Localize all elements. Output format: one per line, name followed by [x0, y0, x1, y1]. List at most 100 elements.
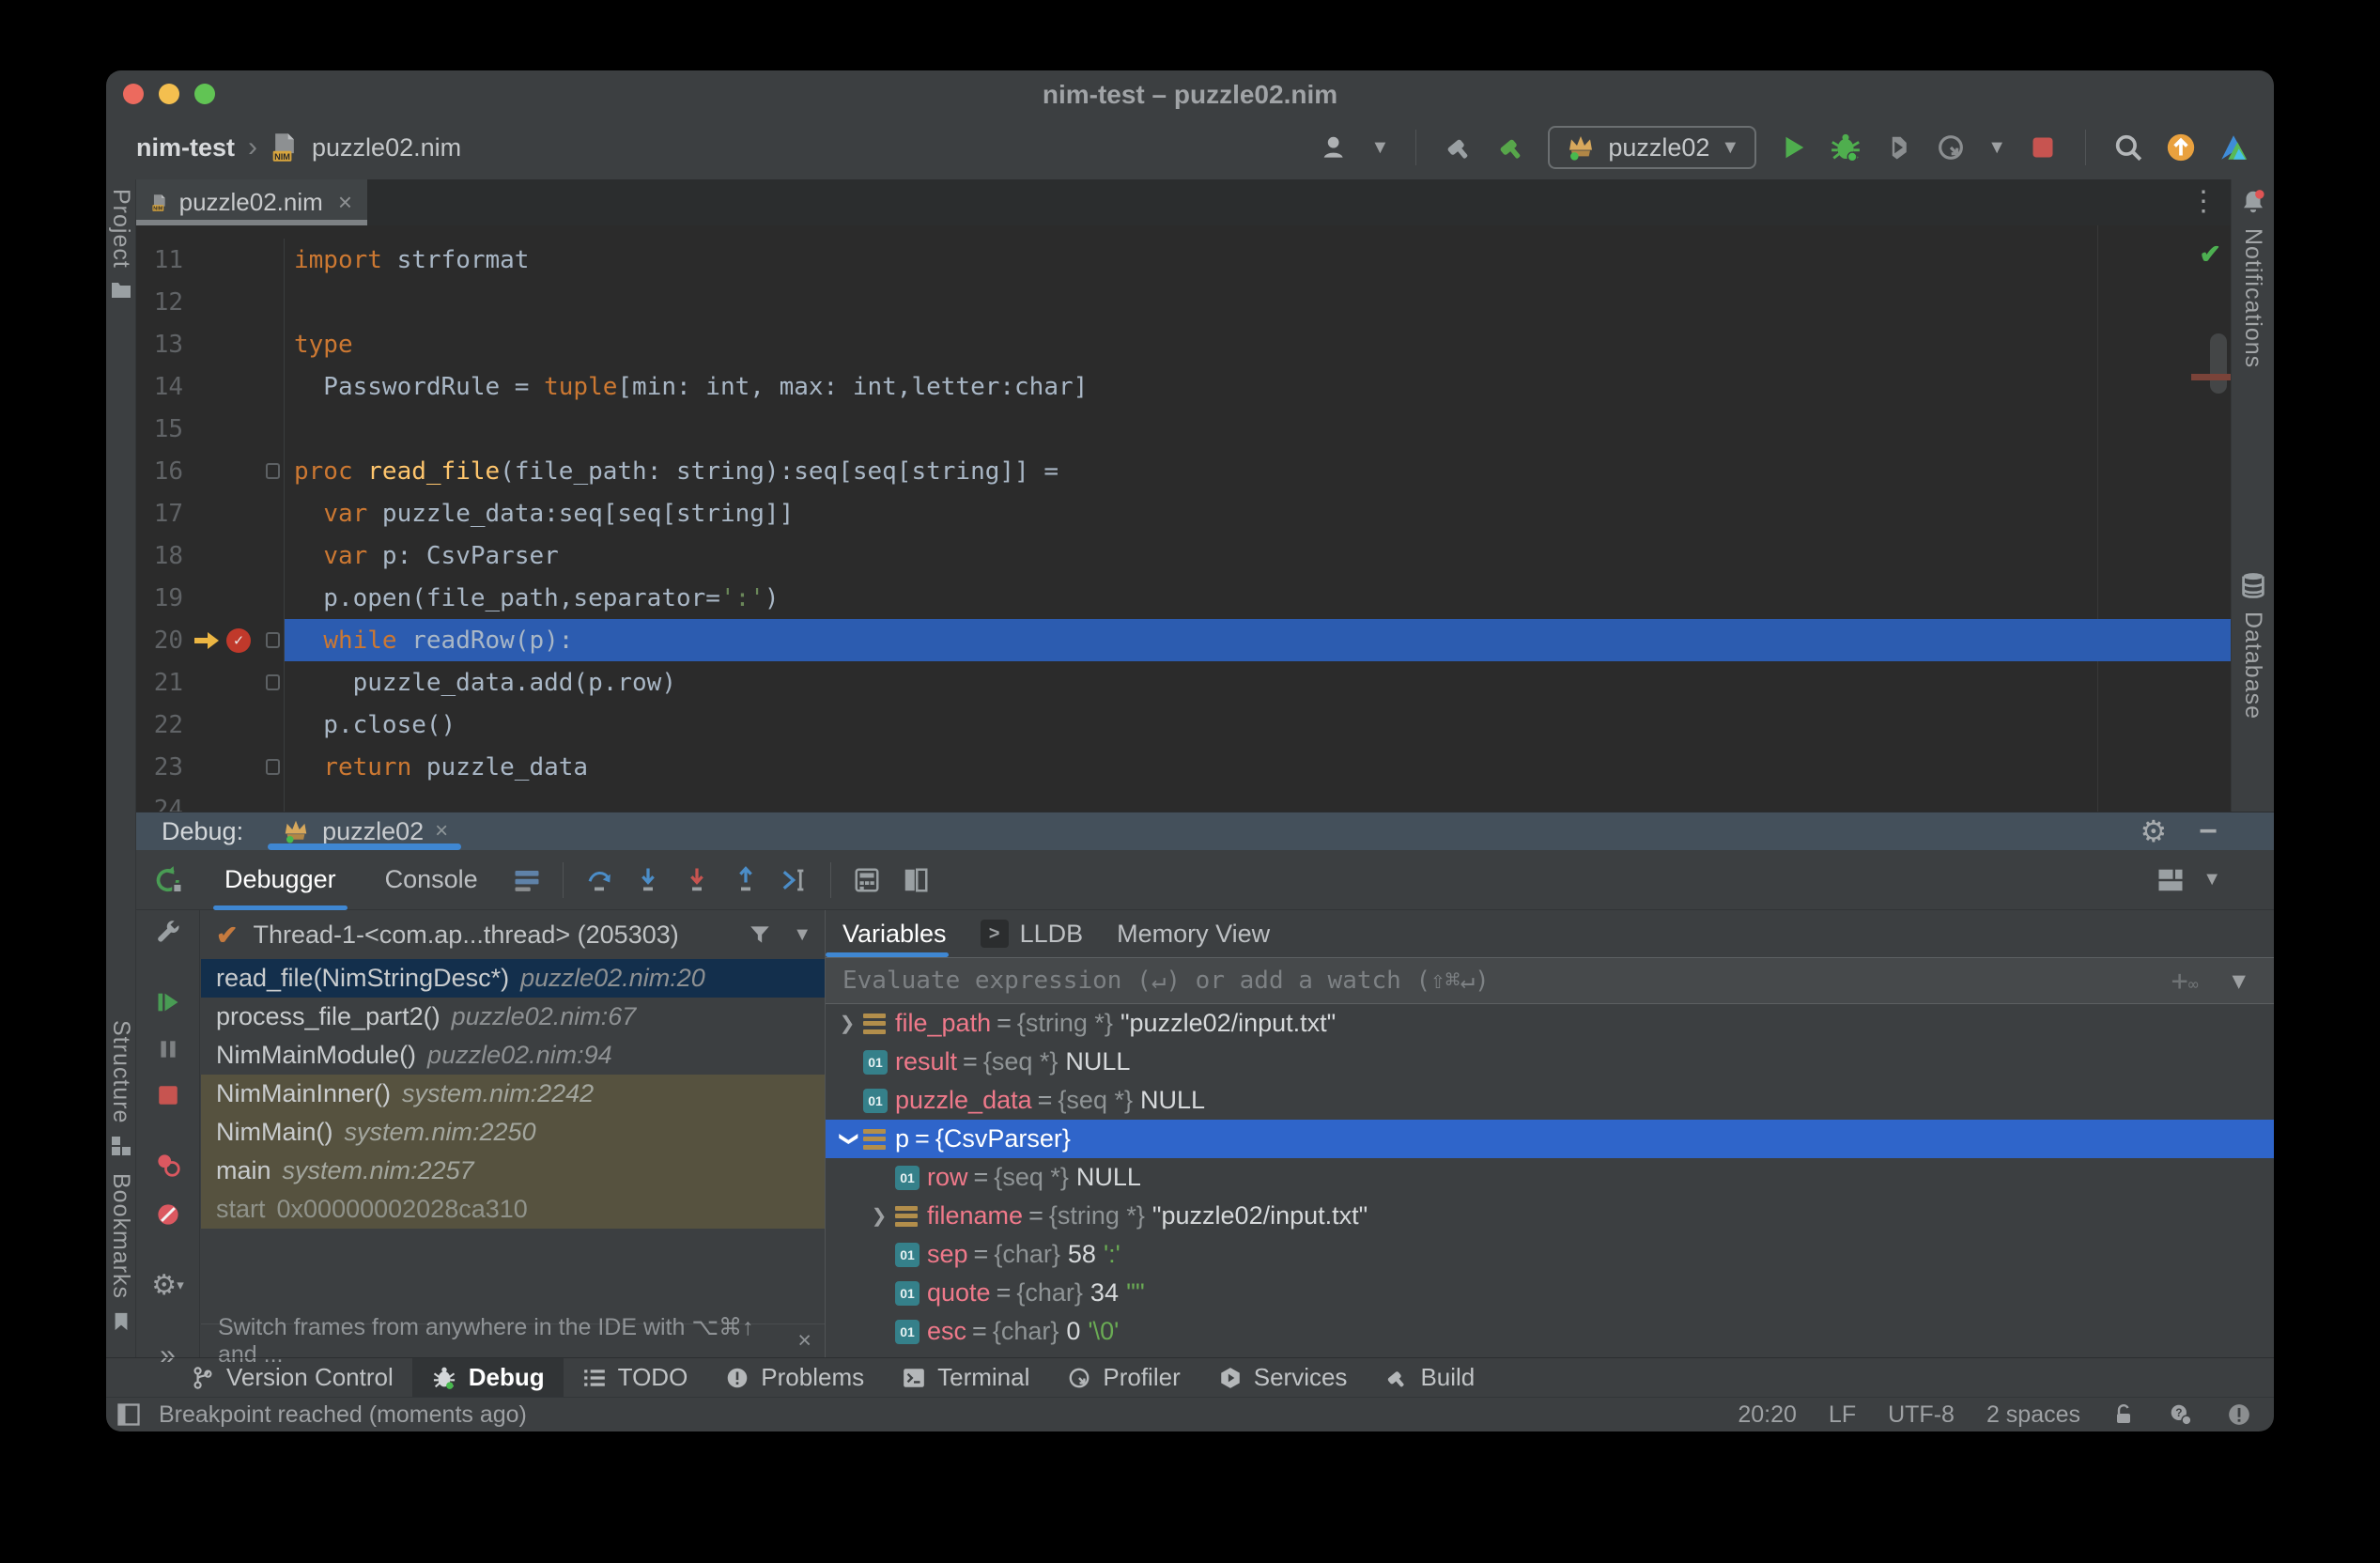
- debug-session-tab[interactable]: puzzle02 ×: [268, 812, 462, 850]
- toolwindow-button-version-control[interactable]: Version Control: [172, 1358, 412, 1398]
- code-line[interactable]: 24: [136, 788, 2231, 812]
- sidebar-item-notifications[interactable]: Notifications: [2232, 187, 2274, 368]
- variable-row[interactable]: 01 esc = {char} 0 '\0': [826, 1312, 2274, 1351]
- toolwindow-button-build[interactable]: Build: [1366, 1358, 1493, 1398]
- gutter[interactable]: 23: [136, 746, 285, 788]
- step-out-icon[interactable]: [730, 864, 762, 896]
- force-step-into-icon[interactable]: [681, 864, 713, 896]
- code-line[interactable]: 18 var p: CsvParser: [136, 534, 2231, 577]
- title-bar[interactable]: nim-test – puzzle02.nim: [106, 70, 2274, 116]
- code-text[interactable]: import strformat: [285, 239, 2231, 281]
- variable-row[interactable]: 01 sep = {char} 58 ':': [826, 1235, 2274, 1274]
- code-text[interactable]: PasswordRule = tuple [min: int, max: int,…: [285, 365, 2231, 408]
- run-button[interactable]: [1777, 132, 1809, 163]
- user-profile-icon[interactable]: [1319, 132, 1351, 163]
- thread-selector[interactable]: ✔ Thread-1-<com.ap...thread> (205303) ▼: [201, 910, 825, 959]
- fold-zone[interactable]: [255, 759, 284, 775]
- sidebar-item-project[interactable]: Project: [106, 189, 135, 301]
- code-editor[interactable]: 11 import strformat 12 13 type 14 PasswordRul…: [136, 225, 2231, 812]
- toolwindow-button-debug[interactable]: Debug: [411, 1357, 564, 1398]
- gutter[interactable]: 20 ✓: [136, 619, 285, 661]
- variable-row[interactable]: ❯ file_path = {string *} "puzzle02/input.txt…: [826, 1004, 2274, 1043]
- layout-dropdown-icon[interactable]: ▼: [2202, 869, 2221, 890]
- debug-session-close-icon[interactable]: ×: [435, 818, 448, 844]
- add-watch-icon[interactable]: +∞: [2171, 965, 2199, 998]
- status-message[interactable]: Breakpoint reached (moments ago): [159, 1401, 527, 1429]
- code-text[interactable]: [285, 788, 2231, 812]
- step-over-icon[interactable]: [583, 864, 615, 896]
- code-text[interactable]: p.close(): [285, 704, 2231, 746]
- run-with-coverage-icon[interactable]: [1882, 132, 1914, 163]
- code-text[interactable]: p.open(file_path,separator= ':'): [285, 577, 2231, 619]
- code-text[interactable]: puzzle_data.add(p.row): [285, 661, 2231, 704]
- sidebar-item-structure[interactable]: Structure: [106, 1020, 135, 1157]
- resume-program-icon[interactable]: [155, 989, 181, 1015]
- status-segment[interactable]: UTF-8: [1888, 1401, 1955, 1429]
- profiler-dropdown-icon[interactable]: ▼: [1987, 137, 2006, 159]
- code-text[interactable]: return puzzle_data: [285, 746, 2231, 788]
- debugger-gear-icon[interactable]: ⚙▾: [151, 1272, 183, 1300]
- lock-icon[interactable]: [2112, 1402, 2135, 1427]
- gutter[interactable]: 15: [136, 408, 285, 450]
- thread-dropdown-icon[interactable]: ▼: [793, 924, 811, 946]
- stop-process-icon[interactable]: [156, 1083, 180, 1107]
- code-text[interactable]: [285, 408, 2231, 450]
- gutter-markers[interactable]: ✓: [183, 627, 255, 653]
- debug-settings-gear-icon[interactable]: ⚙: [2140, 813, 2167, 849]
- gutter[interactable]: 11: [136, 239, 285, 281]
- evaluate-expression-icon[interactable]: [851, 864, 883, 896]
- restore-layout-icon[interactable]: [2155, 864, 2187, 896]
- fold-zone[interactable]: [255, 674, 284, 690]
- fold-zone[interactable]: [255, 463, 284, 479]
- debug-settings-wrench-icon[interactable]: [154, 918, 182, 946]
- status-segment[interactable]: 2 spaces: [1986, 1401, 2080, 1429]
- editor-tab-close-icon[interactable]: ×: [338, 188, 352, 217]
- code-text[interactable]: proc read_file (file_path: string):seq[se…: [285, 450, 2231, 492]
- gutter[interactable]: 19: [136, 577, 285, 619]
- gutter[interactable]: 16: [136, 450, 285, 492]
- tab-options-icon[interactable]: ⋮: [2189, 185, 2218, 218]
- pause-program-icon[interactable]: [156, 1037, 180, 1061]
- editor-tab-active[interactable]: NIM puzzle02.nim ×: [136, 179, 367, 225]
- frame-row[interactable]: NimMainModule() puzzle02.nim:94: [201, 1036, 825, 1075]
- frame-row[interactable]: process_file_part2() puzzle02.nim:67: [201, 998, 825, 1036]
- toolwindow-button-services[interactable]: Services: [1199, 1358, 1367, 1398]
- gutter[interactable]: 12: [136, 281, 285, 323]
- build-project-icon[interactable]: [1443, 132, 1475, 163]
- gutter[interactable]: 13: [136, 323, 285, 365]
- hide-panel-icon[interactable]: −: [2199, 813, 2218, 850]
- fold-marker-mid[interactable]: [266, 674, 280, 690]
- user-profile-dropdown-icon[interactable]: ▼: [1371, 137, 1390, 159]
- search-everywhere-icon[interactable]: [2112, 132, 2144, 163]
- gutter[interactable]: 18: [136, 534, 285, 577]
- variable-row[interactable]: 01 row = {seq *} NULL: [826, 1158, 2274, 1197]
- code-text[interactable]: type: [285, 323, 2231, 365]
- gutter[interactable]: 14: [136, 365, 285, 408]
- fold-marker-open[interactable]: [266, 632, 280, 648]
- code-line[interactable]: 15: [136, 408, 2231, 450]
- tab-variables[interactable]: Variables: [826, 910, 964, 957]
- expand-chevron-icon[interactable]: ❯: [831, 1012, 863, 1035]
- code-text[interactable]: while readRow(p):: [285, 619, 2231, 661]
- editor-scrollbar[interactable]: [2210, 333, 2227, 394]
- code-text[interactable]: [285, 281, 2231, 323]
- expand-chevron-icon[interactable]: ❮: [836, 1123, 859, 1155]
- code-line[interactable]: 21 puzzle_data.add(p.row): [136, 661, 2231, 704]
- fold-zone[interactable]: [255, 632, 284, 648]
- hint-close-icon[interactable]: ×: [797, 1327, 811, 1354]
- code-line[interactable]: 22 p.close(): [136, 704, 2231, 746]
- toolwindow-button-terminal[interactable]: Terminal: [883, 1358, 1048, 1398]
- expand-chevron-icon[interactable]: ❯: [863, 1204, 895, 1228]
- breadcrumb-project[interactable]: nim-test: [136, 133, 235, 162]
- variable-row[interactable]: ❯ filename = {string *} "puzzle02/input.txt": [826, 1197, 2274, 1235]
- stop-button[interactable]: [2027, 132, 2059, 163]
- variable-row[interactable]: 01 puzzle_data = {seq *} NULL: [826, 1081, 2274, 1120]
- build-file-icon[interactable]: [1495, 132, 1527, 163]
- code-line[interactable]: 17 var puzzle_data:seq[seq[string]]: [136, 492, 2231, 534]
- step-into-icon[interactable]: [632, 864, 664, 896]
- run-configuration-select[interactable]: puzzle02 ▼: [1548, 126, 1757, 169]
- tab-console[interactable]: Console: [361, 850, 502, 910]
- run-to-cursor-icon[interactable]: [779, 864, 811, 896]
- gutter[interactable]: 24: [136, 788, 285, 812]
- sidebar-item-bookmarks[interactable]: Bookmarks: [106, 1173, 135, 1333]
